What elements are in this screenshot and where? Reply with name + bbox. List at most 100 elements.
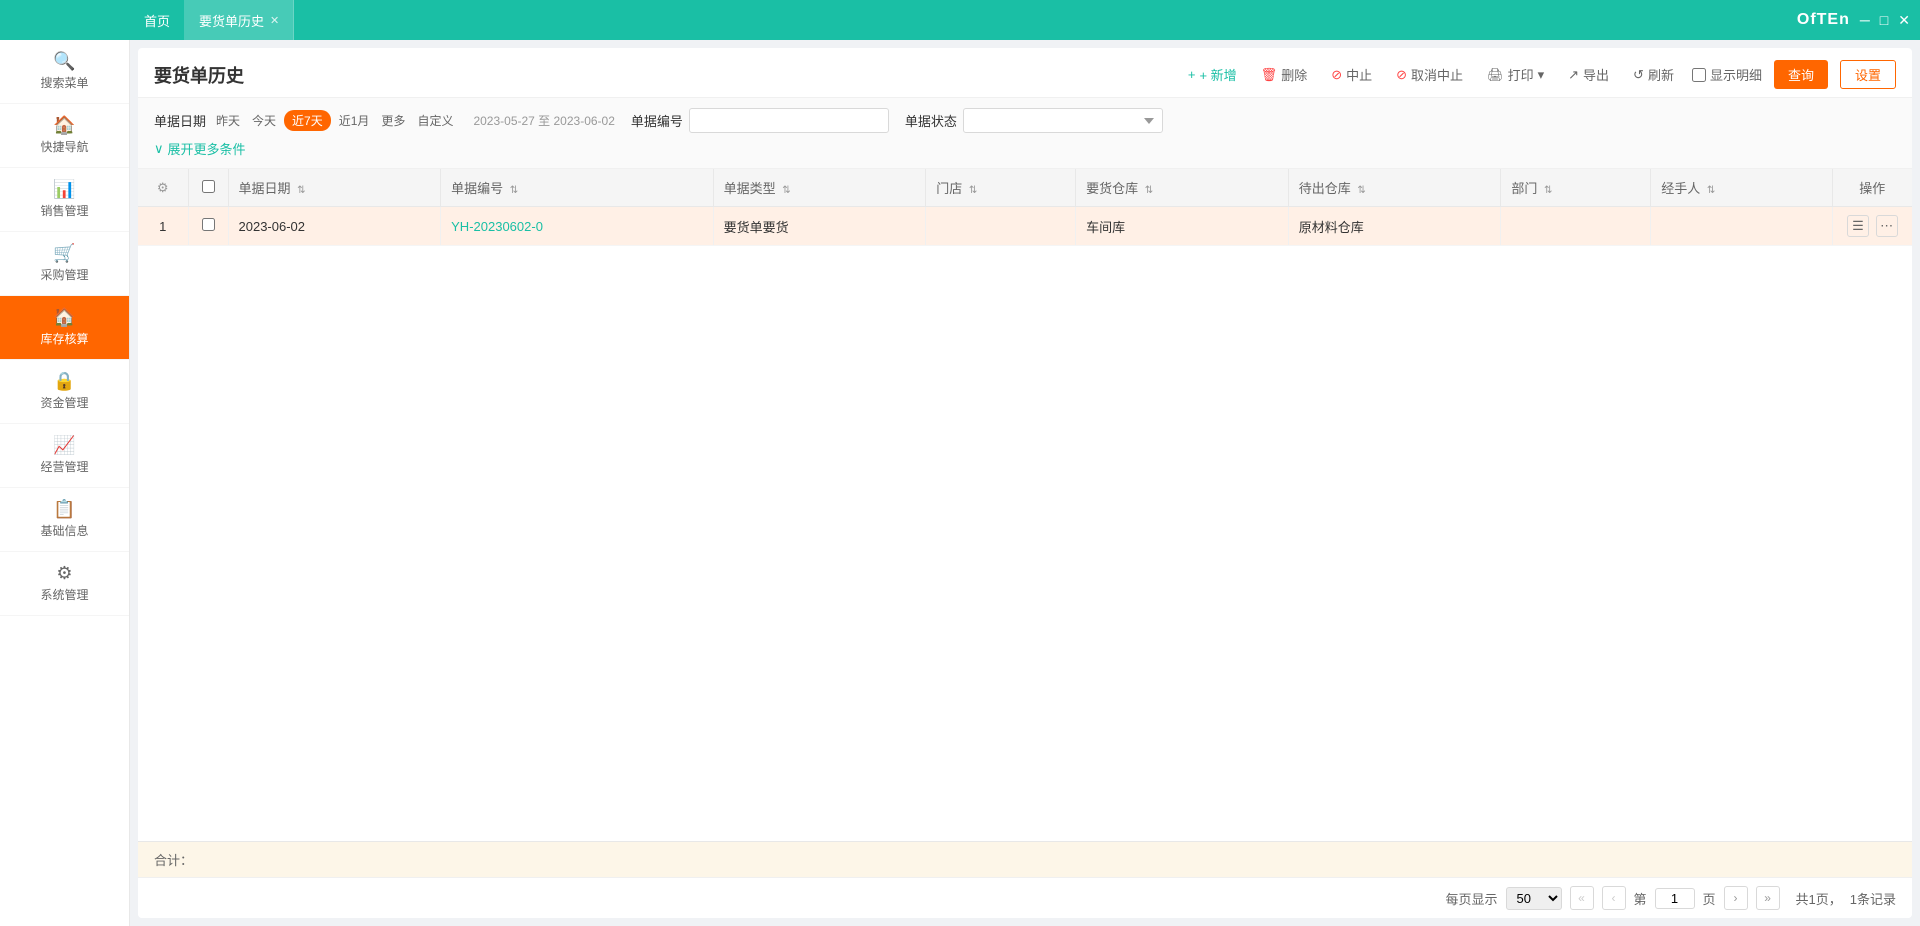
pagination: 每页显示 10 20 50 100 « ‹ 第 页 › » 共1页， 1条记录	[138, 877, 1912, 918]
query-button[interactable]: 查询	[1774, 60, 1828, 89]
cell-actions: ☰ ⋯	[1832, 207, 1912, 246]
data-table: ⚙ 单据日期 ⇅ 单据编号 ⇅	[138, 169, 1912, 246]
th-req-warehouse: 要货仓库 ⇅	[1076, 169, 1289, 207]
content-area: 要货单历史 + + 新增 🗑 删除 ⊘ 中止 ⊘	[130, 40, 1920, 926]
last-page-button[interactable]: »	[1756, 886, 1780, 910]
page-unit: 页	[1703, 889, 1716, 908]
sort-handler-icon[interactable]: ⇅	[1707, 185, 1715, 196]
sidebar-item-search[interactable]: 🔍 搜索菜单	[0, 40, 129, 104]
sidebar-item-sales[interactable]: 📊 销售管理	[0, 168, 129, 232]
total-info: 共1页，	[1796, 889, 1842, 908]
cell-department	[1501, 207, 1651, 246]
basic-icon: 📋	[53, 500, 75, 518]
cell-date: 2023-06-02	[228, 207, 441, 246]
table-row: 1 2023-06-02 YH-20230602-0 要货单要货 车间库	[138, 207, 1912, 246]
more-action-icon[interactable]: ⋯	[1876, 215, 1898, 237]
sidebar-item-operation[interactable]: 📈 经营管理	[0, 424, 129, 488]
date-btn-1month[interactable]: 近1月	[335, 110, 374, 131]
sort-date-icon[interactable]: ⇅	[297, 185, 305, 196]
sidebar-item-system-label: 系统管理	[40, 586, 88, 603]
th-handler: 经手人 ⇅	[1651, 169, 1832, 207]
th-store: 门店 ⇅	[926, 169, 1076, 207]
show-detail-checkbox[interactable]	[1692, 68, 1706, 82]
page-number-input[interactable]	[1655, 888, 1695, 909]
th-actions: 操作	[1832, 169, 1912, 207]
sidebar-item-shortcut[interactable]: 🏠 快捷导航	[0, 104, 129, 168]
sidebar-item-finance[interactable]: 🔒 资金管理	[0, 360, 129, 424]
th-checkbox	[188, 169, 228, 207]
th-settings[interactable]: ⚙	[138, 169, 188, 207]
cell-checkbox	[188, 207, 228, 246]
print-button[interactable]: 🖨 打印 ▾	[1481, 61, 1550, 88]
table-body: 1 2023-06-02 YH-20230602-0 要货单要货 车间库	[138, 207, 1912, 246]
th-pending-warehouse: 待出仓库 ⇅	[1288, 169, 1501, 207]
sidebar-item-system[interactable]: ⚙ 系统管理	[0, 552, 129, 616]
first-page-button[interactable]: «	[1570, 886, 1594, 910]
page-content: 要货单历史 + + 新增 🗑 删除 ⊘ 中止 ⊘	[138, 48, 1912, 918]
date-btn-yesterday[interactable]: 昨天	[212, 110, 244, 131]
prev-page-button[interactable]: ‹	[1602, 886, 1626, 910]
page-title: 要货单历史	[154, 62, 244, 88]
new-button[interactable]: + + 新增	[1182, 61, 1243, 88]
chart-icon: 📊	[53, 180, 75, 198]
print-dropdown-icon: ▾	[1538, 67, 1545, 83]
cell-handler	[1651, 207, 1832, 246]
status-label: 单据状态	[905, 111, 957, 130]
expand-more-button[interactable]: ∨ 展开更多条件	[154, 139, 1896, 158]
date-range-text: 2023-05-27 至 2023-06-02	[473, 112, 614, 129]
home-icon: 🏠	[53, 116, 75, 134]
next-page-button[interactable]: ›	[1724, 886, 1748, 910]
close-icon[interactable]: ✕	[1898, 12, 1910, 29]
sort-dept-icon[interactable]: ⇅	[1544, 185, 1552, 196]
page-size-select[interactable]: 10 20 50 100	[1506, 887, 1562, 910]
finance-icon: 🔒	[53, 372, 75, 390]
tab-close-icon[interactable]: ✕	[270, 14, 279, 27]
delete-icon: 🗑	[1261, 67, 1278, 83]
cancel-stop-button[interactable]: ⊘ 取消中止	[1390, 61, 1469, 88]
expand-icon: ∨	[154, 141, 164, 157]
sidebar-item-purchase[interactable]: 🛒 采购管理	[0, 232, 129, 296]
sort-pendwh-icon[interactable]: ⇅	[1357, 185, 1365, 196]
th-date: 单据日期 ⇅	[228, 169, 441, 207]
refresh-button[interactable]: ↺ 刷新	[1627, 61, 1680, 88]
search-icon: 🔍	[53, 52, 75, 70]
cell-store	[926, 207, 1076, 246]
cart-icon: 🛒	[53, 244, 75, 262]
sort-docno-icon[interactable]: ⇅	[510, 185, 518, 196]
minimize-icon[interactable]: ─	[1860, 12, 1870, 28]
filter-status: 单据状态	[905, 108, 1163, 133]
table-header-row: ⚙ 单据日期 ⇅ 单据编号 ⇅	[138, 169, 1912, 207]
date-btn-7days[interactable]: 近7天	[284, 110, 331, 131]
date-btn-more[interactable]: 更多	[377, 110, 409, 131]
status-select[interactable]	[963, 108, 1163, 133]
tab-requisition-history[interactable]: 要货单历史 ✕	[185, 0, 294, 40]
date-btn-custom[interactable]: 自定义	[413, 110, 457, 131]
doc-no-label: 单据编号	[631, 111, 683, 130]
table-container: ⚙ 单据日期 ⇅ 单据编号 ⇅	[138, 169, 1912, 841]
date-filter-label: 单据日期	[154, 111, 206, 130]
maximize-icon[interactable]: □	[1880, 12, 1888, 28]
sidebar-item-inventory[interactable]: 🏠 库存核算	[0, 296, 129, 360]
export-button[interactable]: ↗ 导出	[1562, 61, 1615, 88]
sidebar-item-purchase-label: 采购管理	[40, 266, 88, 283]
view-action-icon[interactable]: ☰	[1847, 215, 1869, 237]
row-checkbox[interactable]	[202, 218, 215, 231]
sidebar: 🔍 搜索菜单 🏠 快捷导航 📊 销售管理 🛒 采购管理 🏠 库存核算 🔒 资金管…	[0, 40, 130, 926]
sort-store-icon[interactable]: ⇅	[969, 185, 977, 196]
sort-doctype-icon[interactable]: ⇅	[782, 185, 790, 196]
doc-no-link[interactable]: YH-20230602-0	[451, 219, 543, 234]
tab-home-label: 首页	[144, 11, 170, 30]
select-all-checkbox[interactable]	[202, 180, 215, 193]
tab-requisition-label: 要货单历史	[199, 11, 264, 30]
stop-button[interactable]: ⊘ 中止	[1325, 61, 1378, 88]
date-btn-today[interactable]: 今天	[248, 110, 280, 131]
doc-no-input[interactable]	[689, 108, 889, 133]
refresh-icon: ↺	[1633, 67, 1644, 83]
sort-reqwh-icon[interactable]: ⇅	[1145, 185, 1153, 196]
setting-button[interactable]: 设置	[1840, 60, 1896, 89]
delete-button[interactable]: 🗑 删除	[1255, 61, 1314, 88]
tab-home[interactable]: 首页	[130, 0, 185, 40]
system-icon: ⚙	[56, 564, 72, 582]
show-detail-label[interactable]: 显示明细	[1692, 65, 1762, 84]
sidebar-item-basic[interactable]: 📋 基础信息	[0, 488, 129, 552]
